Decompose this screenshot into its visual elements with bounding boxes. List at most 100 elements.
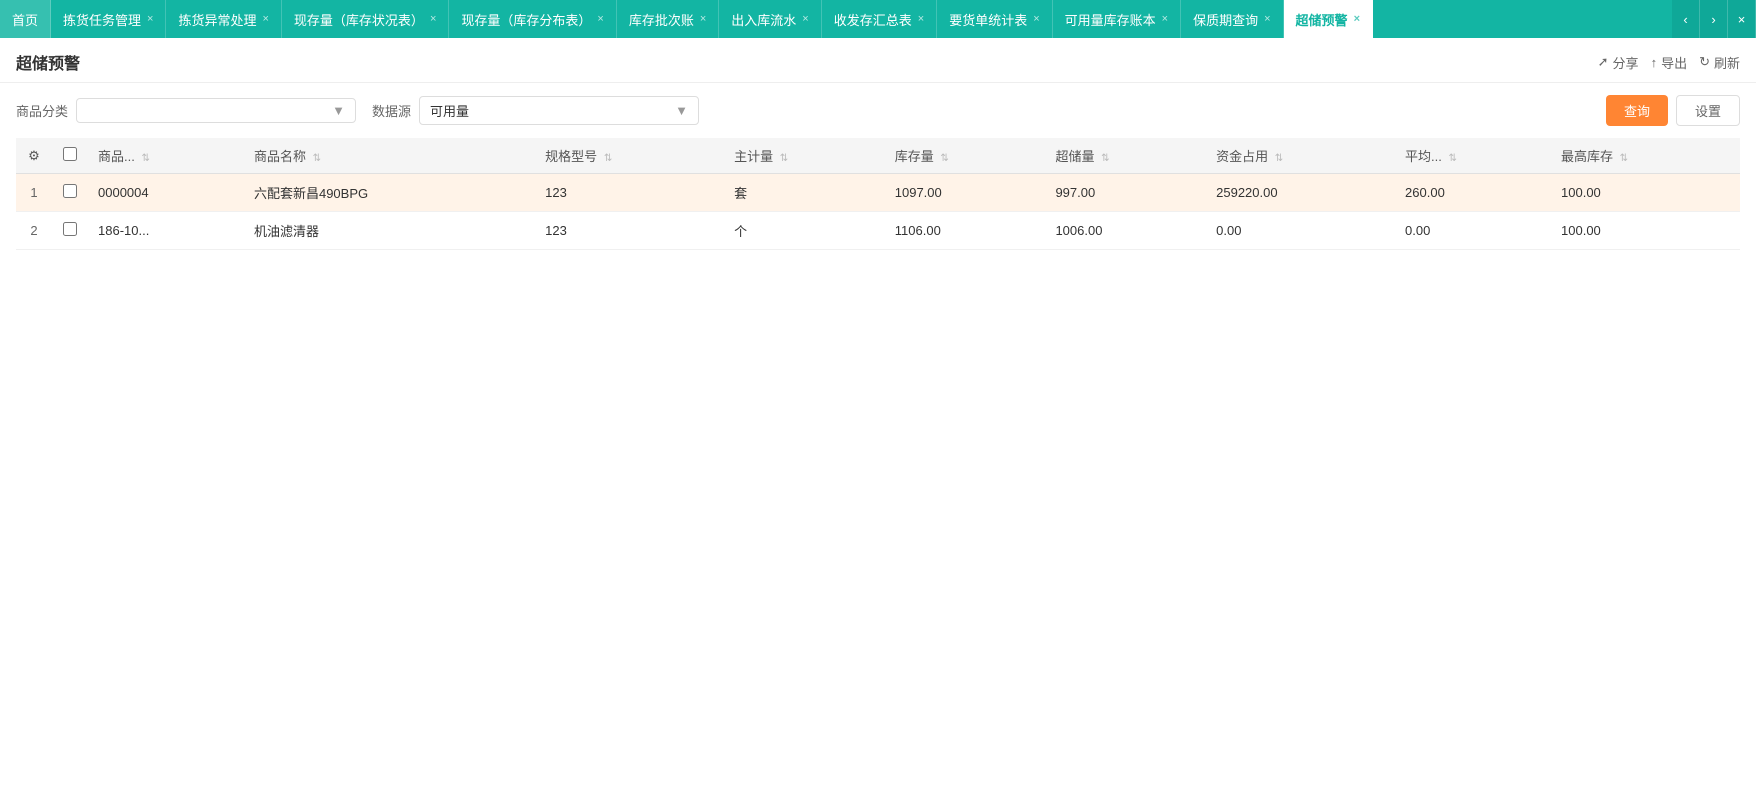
datasource-label: 数据源 bbox=[372, 101, 411, 120]
sort-icon[interactable]: ⇅ bbox=[141, 153, 149, 164]
nav-arrows: ‹ › × bbox=[1672, 0, 1756, 38]
datasource-value: 可用量 bbox=[430, 101, 469, 120]
close-icon[interactable]: × bbox=[1033, 13, 1039, 25]
close-icon[interactable]: × bbox=[1264, 13, 1270, 25]
close-icon[interactable]: × bbox=[430, 13, 436, 25]
max-stock-column-header: 最高库存 ⇅ bbox=[1551, 138, 1740, 174]
category-filter: 商品分类 ▼ bbox=[16, 98, 356, 123]
table-row: 1 0000004 六配套新昌490BPG 123 套 1097.00 997.… bbox=[16, 174, 1740, 212]
overstock-cell: 1006.00 bbox=[1045, 212, 1206, 250]
nav-item-task-mgmt[interactable]: 拣货任务管理 × bbox=[51, 0, 166, 38]
settings-button[interactable]: 设置 bbox=[1676, 95, 1740, 126]
nav-item-order-count[interactable]: 要货单统计表 × bbox=[937, 0, 1052, 38]
nav-item-abnormal[interactable]: 拣货异常处理 × bbox=[166, 0, 281, 38]
chevron-down-icon: ▼ bbox=[675, 103, 688, 118]
sort-icon[interactable]: ⇅ bbox=[1101, 153, 1109, 164]
row-number: 1 bbox=[16, 174, 52, 212]
filter-bar: 商品分类 ▼ 数据源 可用量 ▼ 查询 设置 bbox=[0, 83, 1756, 138]
page-title: 超储预警 bbox=[16, 50, 80, 74]
gear-column-header: ⚙ bbox=[16, 138, 52, 174]
nav-arrow-close[interactable]: × bbox=[1728, 0, 1756, 38]
datasource-select[interactable]: 可用量 ▼ bbox=[419, 96, 699, 125]
datasource-filter: 数据源 可用量 ▼ bbox=[372, 96, 699, 125]
sort-icon[interactable]: ⇅ bbox=[1275, 153, 1283, 164]
spec-cell: 123 bbox=[535, 212, 724, 250]
gear-icon[interactable]: ⚙ bbox=[28, 148, 40, 163]
chevron-down-icon: ▼ bbox=[332, 103, 345, 118]
stock-column-header: 库存量 ⇅ bbox=[885, 138, 1046, 174]
sort-icon[interactable]: ⇅ bbox=[604, 153, 612, 164]
page-container: 超储预警 ➚ 分享 ↑ 导出 ↻ 刷新 商品分类 ▼ 数据源 bbox=[0, 38, 1756, 800]
top-nav: 首页 拣货任务管理 × 拣货异常处理 × 现存量（库存状况表） × 现存量（库存… bbox=[0, 0, 1756, 38]
product-name-column-header: 商品名称 ⇅ bbox=[244, 138, 535, 174]
close-icon[interactable]: × bbox=[700, 13, 706, 25]
close-icon[interactable]: × bbox=[147, 13, 153, 25]
select-all-checkbox[interactable] bbox=[63, 147, 77, 161]
nav-item-in-out-flow[interactable]: 出入库流水 × bbox=[719, 0, 821, 38]
table-row: 2 186-10... 机油滤清器 123 个 1106.00 1006.00 … bbox=[16, 212, 1740, 250]
product-code-cell: 0000004 bbox=[88, 174, 244, 212]
nav-item-overstock-warning[interactable]: 超储预警 × bbox=[1284, 0, 1373, 38]
close-icon[interactable]: × bbox=[1354, 13, 1360, 25]
product-name-cell: 六配套新昌490BPG bbox=[244, 174, 535, 212]
category-label: 商品分类 bbox=[16, 101, 68, 120]
capital-cell: 0.00 bbox=[1206, 212, 1395, 250]
query-button[interactable]: 查询 bbox=[1606, 95, 1668, 126]
overstock-cell: 997.00 bbox=[1045, 174, 1206, 212]
refresh-button[interactable]: ↻ 刷新 bbox=[1699, 53, 1740, 72]
spec-cell: 123 bbox=[535, 174, 724, 212]
overstock-column-header: 超储量 ⇅ bbox=[1045, 138, 1206, 174]
data-table: ⚙ 商品... ⇅ 商品名称 ⇅ 规格型号 ⇅ bbox=[16, 138, 1740, 250]
nav-item-quality-period[interactable]: 保质期查询 × bbox=[1181, 0, 1283, 38]
capital-cell: 259220.00 bbox=[1206, 174, 1395, 212]
stock-cell: 1097.00 bbox=[885, 174, 1046, 212]
sort-icon[interactable]: ⇅ bbox=[1449, 153, 1457, 164]
share-button[interactable]: ➚ 分享 bbox=[1598, 53, 1639, 72]
avg-cell: 0.00 bbox=[1395, 212, 1551, 250]
row-checkbox-cell bbox=[52, 212, 88, 250]
avg-column-header: 平均... ⇅ bbox=[1395, 138, 1551, 174]
sort-icon[interactable]: ⇅ bbox=[1620, 153, 1628, 164]
close-icon[interactable]: × bbox=[262, 13, 268, 25]
product-name-cell: 机油滤清器 bbox=[244, 212, 535, 250]
nav-item-available-account[interactable]: 可用量库存账本 × bbox=[1053, 0, 1181, 38]
unit-column-header: 主计量 ⇅ bbox=[724, 138, 885, 174]
nav-item-home[interactable]: 首页 bbox=[0, 0, 51, 38]
table-container: ⚙ 商品... ⇅ 商品名称 ⇅ 规格型号 ⇅ bbox=[0, 138, 1756, 250]
filter-actions: 查询 设置 bbox=[1606, 95, 1740, 126]
avg-cell: 260.00 bbox=[1395, 174, 1551, 212]
unit-cell: 个 bbox=[724, 212, 885, 250]
sort-icon[interactable]: ⇅ bbox=[940, 153, 948, 164]
product-code-column-header: 商品... ⇅ bbox=[88, 138, 244, 174]
close-icon[interactable]: × bbox=[802, 13, 808, 25]
share-icon: ➚ bbox=[1598, 54, 1609, 70]
stock-cell: 1106.00 bbox=[885, 212, 1046, 250]
sort-icon[interactable]: ⇅ bbox=[313, 153, 321, 164]
capital-column-header: 资金占用 ⇅ bbox=[1206, 138, 1395, 174]
nav-item-collect-summary[interactable]: 收发存汇总表 × bbox=[822, 0, 937, 38]
max-stock-cell: 100.00 bbox=[1551, 174, 1740, 212]
nav-item-inventory-status[interactable]: 现存量（库存状况表） × bbox=[282, 0, 449, 38]
table-header-row: ⚙ 商品... ⇅ 商品名称 ⇅ 规格型号 ⇅ bbox=[16, 138, 1740, 174]
close-icon[interactable]: × bbox=[597, 13, 603, 25]
page-header: 超储预警 ➚ 分享 ↑ 导出 ↻ 刷新 bbox=[0, 38, 1756, 83]
export-icon: ↑ bbox=[1651, 55, 1658, 70]
max-stock-cell: 100.00 bbox=[1551, 212, 1740, 250]
nav-item-batch-account[interactable]: 库存批次账 × bbox=[617, 0, 719, 38]
sort-icon[interactable]: ⇅ bbox=[780, 153, 788, 164]
row-checkbox-cell bbox=[52, 174, 88, 212]
spec-column-header: 规格型号 ⇅ bbox=[535, 138, 724, 174]
close-icon[interactable]: × bbox=[918, 13, 924, 25]
row-checkbox[interactable] bbox=[63, 222, 77, 236]
nav-item-inventory-dist[interactable]: 现存量（库存分布表） × bbox=[449, 0, 616, 38]
close-icon[interactable]: × bbox=[1162, 13, 1168, 25]
export-button[interactable]: ↑ 导出 bbox=[1651, 53, 1688, 72]
header-actions: ➚ 分享 ↑ 导出 ↻ 刷新 bbox=[1598, 53, 1740, 72]
row-number: 2 bbox=[16, 212, 52, 250]
checkbox-column-header bbox=[52, 138, 88, 174]
nav-arrow-right[interactable]: › bbox=[1700, 0, 1728, 38]
category-select[interactable]: ▼ bbox=[76, 98, 356, 123]
nav-arrow-left[interactable]: ‹ bbox=[1672, 0, 1700, 38]
row-checkbox[interactable] bbox=[63, 184, 77, 198]
unit-cell: 套 bbox=[724, 174, 885, 212]
